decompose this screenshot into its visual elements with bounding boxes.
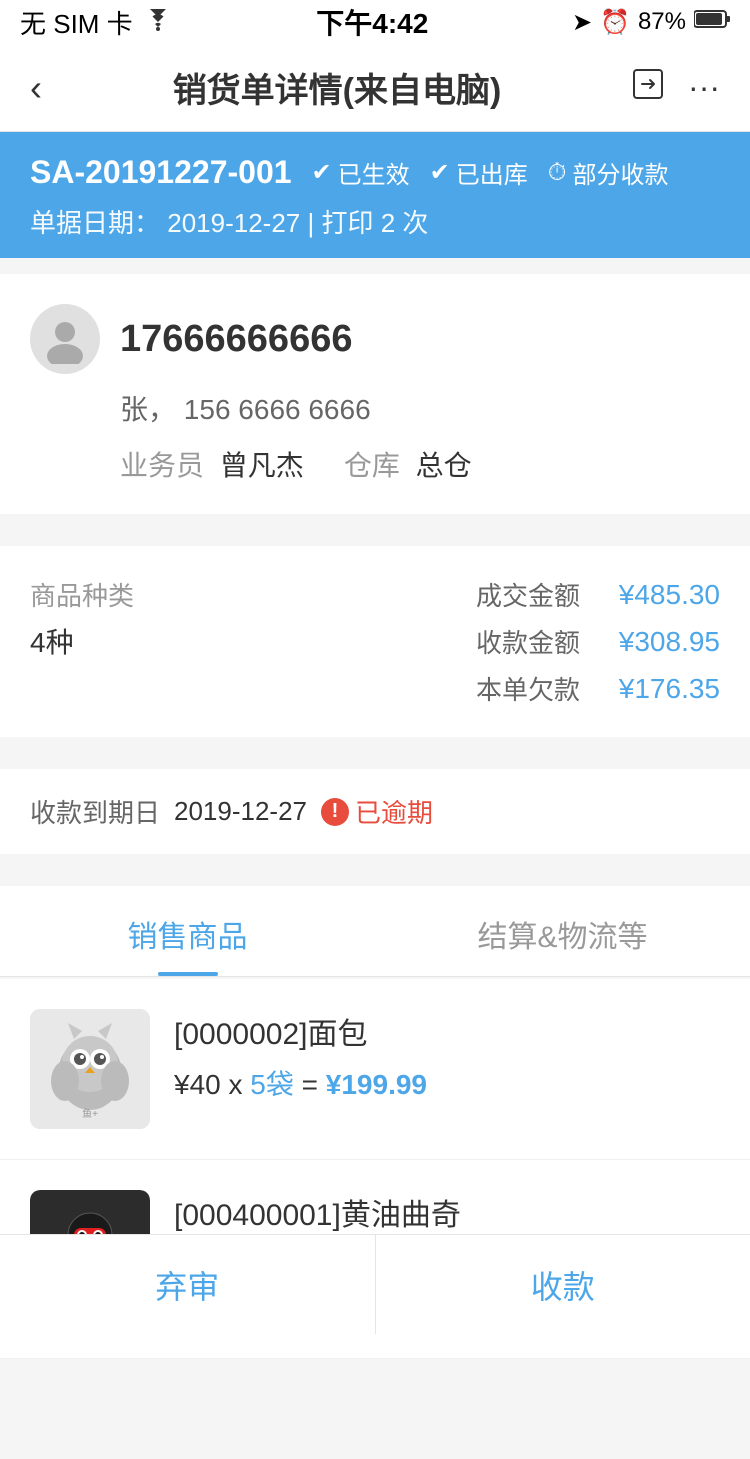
product-title-1: 面包 bbox=[307, 1018, 367, 1051]
status-bar-left: 无 SIM 卡 bbox=[20, 4, 173, 41]
warehouse-meta: 仓库 总仓 bbox=[344, 444, 472, 484]
transaction-row: 成交金额 ¥485.30 bbox=[476, 576, 720, 613]
stats-section: 商品种类 4种 成交金额 ¥485.30 收款金额 ¥308.95 本单欠款 ¥… bbox=[0, 546, 750, 737]
product-quantity-1: 5袋 bbox=[250, 1069, 294, 1100]
clock-icon: ⏱ bbox=[548, 159, 567, 187]
share-button[interactable] bbox=[632, 68, 664, 108]
product-name-1: [0000002]面包 bbox=[174, 1009, 720, 1053]
status-effective-label: 已生效 bbox=[338, 155, 410, 190]
order-date: 2019-12-27 bbox=[167, 208, 300, 238]
customer-name: 张， bbox=[120, 394, 176, 425]
status-bar-time: 下午4:42 bbox=[316, 2, 428, 42]
product-types-count: 4种 bbox=[30, 621, 134, 661]
warehouse-name: 总仓 bbox=[416, 450, 472, 481]
tab-sales-products[interactable]: 销售商品 bbox=[0, 886, 375, 976]
overdue-text: 已逾期 bbox=[355, 793, 433, 830]
product-types-label: 商品种类 bbox=[30, 576, 134, 613]
payment-row: 收款金额 ¥308.95 bbox=[476, 623, 720, 660]
payment-label: 收款金额 bbox=[476, 623, 580, 660]
overdue-badge: ! 已逾期 bbox=[321, 793, 433, 830]
product-total-1: ¥199.99 bbox=[326, 1069, 427, 1100]
avatar bbox=[30, 304, 100, 374]
battery-level: 87% bbox=[638, 8, 686, 36]
bottom-bar: 弃审 收款 bbox=[0, 1234, 750, 1334]
stats-left: 商品种类 4种 bbox=[30, 576, 134, 661]
print-suffix: 次 bbox=[402, 208, 428, 238]
due-date-label: 收款到期日 bbox=[30, 793, 160, 830]
page-title: 销货单详情(来自电脑) bbox=[173, 63, 502, 112]
back-button[interactable]: ‹ bbox=[30, 67, 42, 109]
due-date-value: 2019-12-27 bbox=[174, 796, 307, 827]
divider-2 bbox=[0, 530, 750, 546]
product-name-2: [000400001]黄油曲奇 bbox=[174, 1190, 720, 1234]
due-section: 收款到期日 2019-12-27 ! 已逾期 bbox=[0, 769, 750, 854]
divider-3 bbox=[0, 753, 750, 769]
transaction-value: ¥485.30 bbox=[600, 579, 720, 611]
product-info-1: [0000002]面包 ¥40 x 5袋 = ¥199.99 bbox=[174, 1009, 720, 1103]
tab-settlement[interactable]: 结算&物流等 bbox=[375, 886, 750, 976]
product-item: 鱼+ [0000002]面包 ¥40 x 5袋 = ¥199.99 bbox=[0, 979, 750, 1160]
sim-status: 无 SIM 卡 bbox=[20, 4, 133, 41]
status-partial: ⏱ 部分收款 bbox=[548, 155, 669, 190]
status-partial-label: 部分收款 bbox=[572, 155, 668, 190]
customer-phone: 17666666666 bbox=[120, 318, 352, 361]
status-shipped: ✔ 已出库 bbox=[430, 155, 528, 190]
battery-icon bbox=[694, 8, 730, 36]
product-title-2: 黄油曲奇 bbox=[341, 1199, 461, 1232]
svg-text:鱼+: 鱼+ bbox=[82, 1107, 98, 1120]
customer-top: 17666666666 bbox=[30, 304, 720, 374]
product-id-1: [0000002] bbox=[174, 1018, 307, 1051]
check-icon-1: ✔ bbox=[312, 158, 332, 187]
payment-value: ¥308.95 bbox=[600, 626, 720, 658]
debt-row: 本单欠款 ¥176.35 bbox=[476, 670, 720, 707]
sales-name: 曾凡杰 bbox=[220, 450, 304, 481]
status-bar-right: ➤ ⏰ 87% bbox=[572, 8, 730, 37]
customer-meta: 业务员 曾凡杰 仓库 总仓 bbox=[30, 444, 720, 484]
banner-date: 单据日期： 2019-12-27 | 打印 2 次 bbox=[30, 203, 720, 240]
confirm-button[interactable]: 收款 bbox=[376, 1235, 750, 1334]
check-icon-2: ✔ bbox=[430, 158, 450, 187]
nav-bar: ‹ 销货单详情(来自电脑) ··· bbox=[0, 44, 750, 132]
debt-label: 本单欠款 bbox=[476, 670, 580, 707]
more-button[interactable]: ··· bbox=[688, 69, 720, 106]
customer-section: 17666666666 张， 156 6666 6666 业务员 曾凡杰 仓库 … bbox=[0, 274, 750, 514]
nav-actions: ··· bbox=[632, 68, 720, 108]
status-shipped-label: 已出库 bbox=[456, 155, 528, 190]
divider-4 bbox=[0, 870, 750, 886]
cancel-label: 弃审 bbox=[155, 1262, 219, 1308]
customer-alt-phone: 156 6666 6666 bbox=[184, 394, 371, 425]
bottom-spacer bbox=[0, 1359, 750, 1459]
product-price-1: ¥40 x 5袋 = ¥199.99 bbox=[174, 1063, 720, 1103]
stats-right: 成交金额 ¥485.30 收款金额 ¥308.95 本单欠款 ¥176.35 bbox=[476, 576, 720, 707]
cancel-button[interactable]: 弃审 bbox=[0, 1235, 376, 1334]
order-banner: SA-20191227-001 ✔ 已生效 ✔ 已出库 ⏱ 部分收款 单据日期：… bbox=[0, 132, 750, 258]
print-label: 打印 bbox=[321, 208, 373, 238]
customer-name-phone: 张， 156 6666 6666 bbox=[30, 388, 720, 428]
order-id: SA-20191227-001 bbox=[30, 154, 292, 191]
print-count: 2 bbox=[381, 208, 395, 238]
divider-1 bbox=[0, 258, 750, 274]
warehouse-label: 仓库 bbox=[344, 450, 400, 481]
date-label: 单据日期： bbox=[30, 208, 160, 238]
confirm-label: 收款 bbox=[531, 1262, 595, 1308]
alarm-icon: ⏰ bbox=[600, 8, 630, 37]
location-icon: ➤ bbox=[572, 8, 592, 37]
product-thumbnail-1: 鱼+ bbox=[30, 1009, 150, 1129]
tabs: 销售商品 结算&物流等 bbox=[0, 886, 750, 977]
separator: | bbox=[307, 208, 321, 238]
debt-value: ¥176.35 bbox=[600, 673, 720, 705]
sales-label: 业务员 bbox=[120, 450, 204, 481]
sales-meta: 业务员 曾凡杰 bbox=[120, 444, 304, 484]
banner-top: SA-20191227-001 ✔ 已生效 ✔ 已出库 ⏱ 部分收款 bbox=[30, 154, 720, 191]
status-effective: ✔ 已生效 bbox=[312, 155, 410, 190]
status-bar: 无 SIM 卡 下午4:42 ➤ ⏰ 87% bbox=[0, 0, 750, 44]
transaction-label: 成交金额 bbox=[476, 576, 580, 613]
wifi-icon bbox=[143, 7, 173, 38]
overdue-warning-icon: ! bbox=[321, 798, 349, 826]
product-id-2: [000400001] bbox=[174, 1199, 341, 1232]
